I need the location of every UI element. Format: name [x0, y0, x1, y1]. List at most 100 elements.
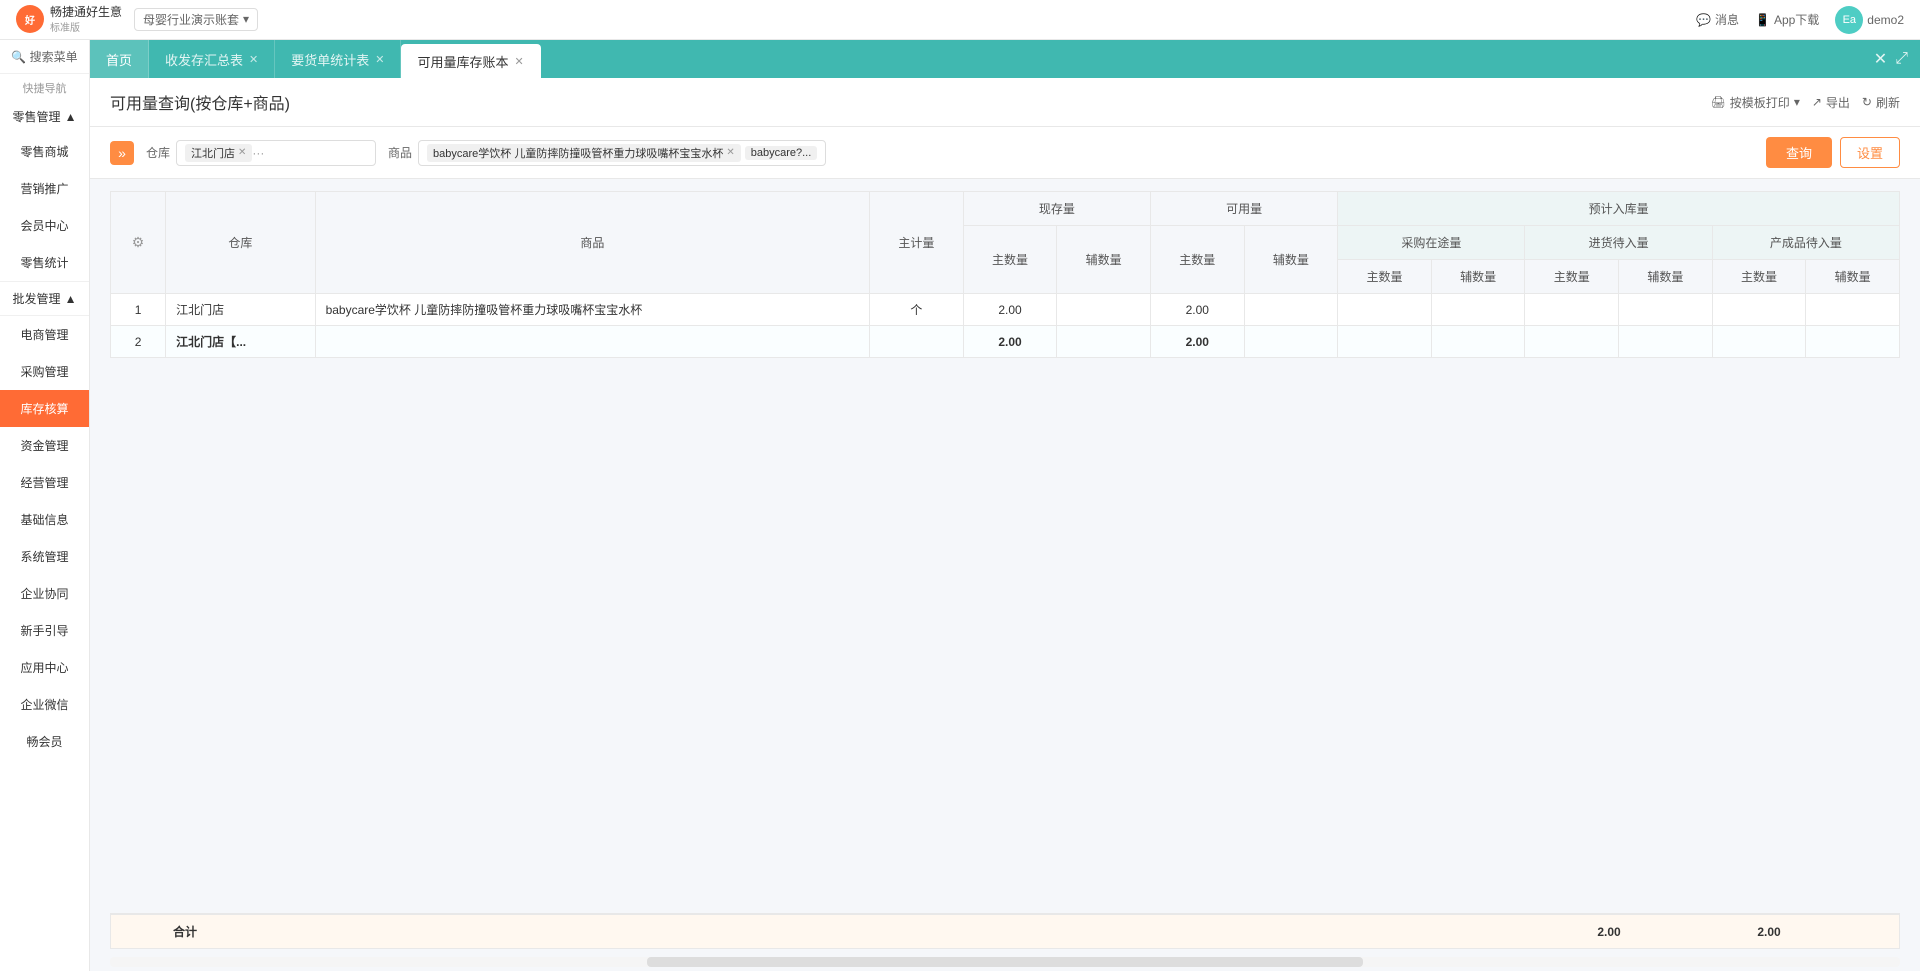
sidebar-item-retail-stats[interactable]: 零售统计	[0, 244, 89, 281]
sidebar-item-enterprise-collab[interactable]: 企业协同	[0, 575, 89, 612]
tab-available-close-icon[interactable]: ✕	[515, 55, 524, 68]
product-tag-1-close[interactable]: ✕	[726, 147, 734, 158]
sidebar-item-purchase-mgmt[interactable]: 采购管理	[0, 353, 89, 390]
product-input-group[interactable]: babycare学饮杯 儿童防摔防撞吸管杯重力球吸嘴杯宝宝水杯 ✕ babyca…	[418, 140, 826, 166]
sidebar-item-retail-mgmt[interactable]: 零售管理 ▲	[0, 100, 89, 133]
td-warehouse-1: 江北门店	[166, 294, 315, 326]
warehouse-input-group[interactable]: 江北门店 ✕ ···	[176, 140, 376, 166]
setting-button[interactable]: 设置	[1840, 137, 1900, 168]
sidebar-item-members[interactable]: 会员中心	[0, 207, 89, 244]
sidebar-item-base-info[interactable]: 基础信息	[0, 501, 89, 538]
td-product-aux-2	[1806, 326, 1900, 358]
horizontal-scroll-bar[interactable]	[110, 957, 1900, 967]
sidebar-item-enterprise-wechat[interactable]: 企业微信	[0, 686, 89, 723]
sidebar-nav-label[interactable]: 快捷导航	[0, 74, 89, 100]
tab-order-close-icon[interactable]: ✕	[375, 53, 384, 66]
sidebar-item-operations[interactable]: 经营管理	[0, 464, 89, 501]
td-purchase-aux-2	[1431, 326, 1525, 358]
sidebar-operations-label: 经营管理	[20, 474, 68, 491]
search-label: 搜索菜单	[30, 50, 78, 64]
sidebar-app-center-label: 应用中心	[20, 659, 68, 676]
td-current-aux-2	[1057, 326, 1151, 358]
th-warehouse: 仓库	[166, 192, 315, 294]
warehouse-tag-1-text: 江北门店	[191, 145, 235, 161]
filter-warehouse: 仓库 江北门店 ✕ ···	[146, 140, 376, 166]
sidebar-item-finance[interactable]: 资金管理	[0, 427, 89, 464]
product-tag-2-text: babycare?...	[751, 147, 812, 159]
tab-close-all-icon[interactable]: ✕	[1874, 49, 1887, 69]
expand-filter-btn[interactable]: »	[110, 141, 134, 165]
tab-home-label: 首页	[106, 50, 132, 69]
sidebar-item-wholesale-mgmt[interactable]: 批发管理 ▲	[0, 282, 89, 315]
th-available-aux-qty: 辅数量	[1244, 226, 1338, 294]
tab-actions: ✕ ⤢	[1874, 49, 1920, 69]
sidebar-wholesale-label: 批发管理	[13, 290, 61, 307]
refresh-btn[interactable]: ↻ 刷新	[1862, 94, 1900, 111]
warehouse-tag-1-close[interactable]: ✕	[238, 147, 246, 158]
tab-bar: 首页 收发存汇总表 ✕ 要货单统计表 ✕ 可用量库存账本 ✕ ✕ ⤢	[90, 40, 1920, 78]
th-current-stock: 现存量	[963, 192, 1150, 226]
sidebar-inventory-label: 库存核算	[20, 400, 68, 417]
sidebar-item-marketing[interactable]: 营销推广	[0, 170, 89, 207]
footer-label: 合计	[165, 923, 245, 940]
sidebar-base-info-label: 基础信息	[20, 511, 68, 528]
query-button[interactable]: 查询	[1766, 137, 1832, 168]
td-avail-main-1: 2.00	[1150, 294, 1244, 326]
product-label: 商品	[388, 144, 412, 161]
tab-home[interactable]: 首页	[90, 40, 149, 78]
export-btn[interactable]: ↗ 导出	[1812, 94, 1850, 111]
sidebar-item-sys-mgmt[interactable]: 系统管理	[0, 538, 89, 575]
td-avail-main-2: 2.00	[1150, 326, 1244, 358]
refresh-icon: ↻	[1862, 95, 1872, 109]
page-title: 可用量查询(按仓库+商品)	[110, 90, 290, 114]
td-product-aux-1	[1806, 294, 1900, 326]
th-current-main-qty: 主数量	[963, 226, 1057, 294]
filter-more-btn[interactable]: ···	[252, 146, 264, 160]
sidebar-section-retail: 零售管理 ▲ 零售商城 营销推广 会员中心 零售统计	[0, 100, 89, 282]
th-settings[interactable]: ⚙	[111, 192, 166, 294]
sidebar-newbie-label: 新手引导	[20, 622, 68, 639]
th-main-unit: 主计量	[870, 192, 964, 294]
warehouse-tag-1: 江北门店 ✕	[185, 144, 252, 162]
th-inbound-main: 主数量	[1525, 260, 1619, 294]
user-area[interactable]: Ea demo2	[1835, 6, 1904, 34]
table-settings-icon[interactable]: ⚙	[132, 234, 145, 250]
tab-order-summary[interactable]: 要货单统计表 ✕	[275, 40, 401, 78]
sidebar-item-inventory[interactable]: 库存核算	[0, 390, 89, 427]
filter-product: 商品 babycare学饮杯 儿童防摔防撞吸管杯重力球吸嘴杯宝宝水杯 ✕ bab…	[388, 140, 826, 166]
page-header: 可用量查询(按仓库+商品) 🖨 按模板打印 ▾ ↗ 导出 ↻ 刷新	[90, 78, 1920, 127]
sidebar-marketing-label: 营销推广	[20, 180, 68, 197]
sidebar-item-app-center[interactable]: 应用中心	[0, 649, 89, 686]
message-btn[interactable]: 💬 消息	[1696, 11, 1739, 28]
th-estimated-inbound: 预计入库量	[1338, 192, 1900, 226]
sidebar-section-wholesale: 批发管理 ▲	[0, 282, 89, 316]
sidebar-purchase-label: 采购管理	[20, 363, 68, 380]
expand-icon: »	[118, 145, 126, 161]
filter-bar: » 仓库 江北门店 ✕ ··· 商品	[90, 127, 1920, 179]
table-footer: 合计 2.00 2.00	[110, 913, 1900, 949]
th-current-aux-qty: 辅数量	[1057, 226, 1151, 294]
tab-expand-icon[interactable]: ⤢	[1895, 50, 1908, 68]
td-index-1: 1	[111, 294, 166, 326]
print-label: 按模板打印	[1730, 94, 1790, 111]
td-index-2: 2	[111, 326, 166, 358]
sidebar-item-newbie[interactable]: 新手引导	[0, 612, 89, 649]
td-avail-aux-1	[1244, 294, 1338, 326]
tenant-select[interactable]: 母婴行业演示账套 ▾	[134, 8, 258, 31]
td-purchase-main-1	[1338, 294, 1432, 326]
tab-receipt-summary[interactable]: 收发存汇总表 ✕	[149, 40, 275, 78]
tab-available-inventory[interactable]: 可用量库存账本 ✕	[401, 44, 540, 78]
sidebar-item-premium[interactable]: 畅会员	[0, 723, 89, 760]
tab-receipt-close-icon[interactable]: ✕	[249, 53, 258, 66]
scroll-thumb[interactable]	[647, 957, 1363, 967]
sidebar-item-retail-mall[interactable]: 零售商城	[0, 133, 89, 170]
sidebar-item-ecommerce[interactable]: 电商管理	[0, 316, 89, 353]
product-tag-1-text: babycare学饮杯 儿童防摔防撞吸管杯重力球吸嘴杯宝宝水杯	[433, 145, 723, 161]
td-product-main-1	[1712, 294, 1806, 326]
export-icon: ↗	[1812, 95, 1822, 109]
print-btn[interactable]: 🖨 按模板打印 ▾	[1711, 94, 1800, 111]
sidebar-search[interactable]: 🔍 搜索菜单	[0, 40, 89, 74]
sidebar-members-label: 会员中心	[20, 217, 68, 234]
download-btn[interactable]: 📱 App下载	[1755, 11, 1819, 28]
top-bar-right: 💬 消息 📱 App下载 Ea demo2	[1696, 6, 1904, 34]
